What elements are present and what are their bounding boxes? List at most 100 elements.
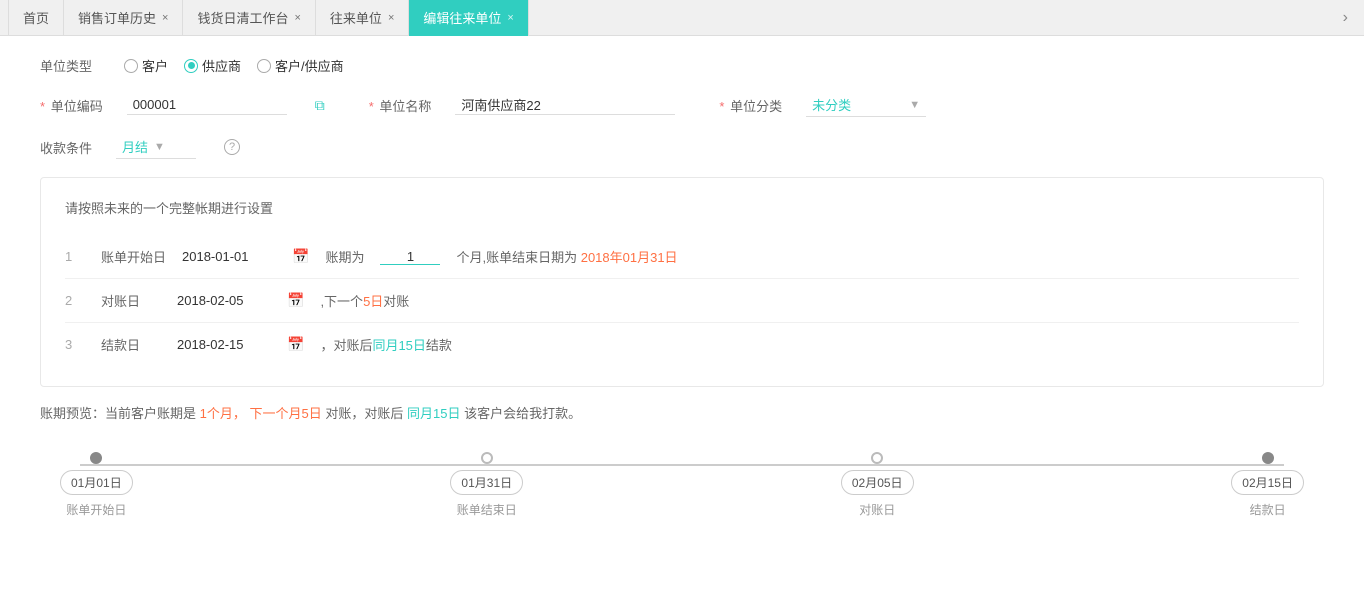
preview-middle: 对账，对账后	[325, 406, 403, 421]
timeline-date-0: 01月01日	[60, 470, 133, 495]
radio-circle-supplier	[184, 59, 198, 73]
radio-supplier[interactable]: 供应商	[184, 56, 241, 75]
start-date-value: 2018-01-01	[182, 249, 272, 264]
timeline-item-start: 01月01日 账单开始日	[60, 452, 133, 518]
tab-home[interactable]: 首页	[8, 0, 64, 36]
tab-edit-partner-label: 编辑往来单位	[423, 8, 501, 27]
tab-sales-history[interactable]: 销售订单历史 ×	[64, 0, 183, 36]
unit-type-row: 单位类型 客户 供应商 客户/供应商	[40, 56, 1324, 75]
timeline-label-2: 对账日	[859, 501, 895, 518]
payment-value: 月结	[122, 137, 148, 156]
preview-end: 该客户会给我打款。	[464, 406, 581, 421]
pay-desc: ，对账后同月15日结款	[320, 335, 452, 354]
payment-label: 收款条件	[40, 138, 92, 157]
end-date-highlight: 2018年01月31日	[581, 250, 678, 265]
tab-edit-partner[interactable]: 编辑往来单位 ×	[409, 0, 528, 36]
row-num-1: 1	[65, 249, 85, 264]
timeline-dot-end	[481, 452, 493, 464]
payment-select[interactable]: 月结 ▼	[116, 135, 196, 159]
tab-cash-workbench-label: 钱货日清工作台	[197, 8, 288, 27]
radio-circle-both	[257, 59, 271, 73]
preview-part3: 同月15日	[407, 406, 460, 421]
table-row: 1 账单开始日 2018-01-01 📅 账期为 个月,账单结束日期为 2018…	[65, 235, 1299, 279]
tab-sales-history-label: 销售订单历史	[78, 8, 156, 27]
copy-icon[interactable]: ⧉	[315, 97, 325, 114]
timeline-item-end: 01月31日 账单结束日	[450, 452, 523, 518]
radio-both[interactable]: 客户/供应商	[257, 56, 344, 75]
close-icon[interactable]: ×	[507, 12, 513, 24]
recon-desc: ,下一个5日对账	[320, 291, 409, 310]
settings-table: 1 账单开始日 2018-01-01 📅 账期为 个月,账单结束日期为 2018…	[65, 235, 1299, 366]
table-row: 3 结款日 2018-02-15 📅 ，对账后同月15日结款	[65, 323, 1299, 366]
row-num-2: 2	[65, 293, 85, 308]
timeline: 01月01日 账单开始日 01月31日 账单结束日 02月05日 对账日 02月…	[40, 442, 1324, 518]
tab-bar: 首页 销售订单历史 × 钱货日清工作台 × 往来单位 × 编辑往来单位 × ›	[0, 0, 1364, 36]
timeline-label-1: 账单结束日	[457, 501, 517, 518]
row-num-3: 3	[65, 337, 85, 352]
preview-label: 账期预览：当前客户账期是	[40, 406, 196, 421]
radio-both-label: 客户/供应商	[275, 56, 344, 75]
close-icon[interactable]: ×	[294, 12, 300, 24]
timeline-item-recon: 02月05日 对账日	[841, 452, 914, 518]
chevron-down-icon: ▼	[909, 99, 920, 111]
close-icon[interactable]: ×	[388, 12, 394, 24]
required-star-cat: *	[719, 99, 724, 114]
row-label-1: 账单开始日	[101, 247, 166, 266]
payment-row: 收款条件 月结 ▼ ?	[40, 135, 1324, 159]
timeline-dot-pay	[1262, 452, 1274, 464]
period-suffix: 个月,账单结束日期为 2018年01月31日	[456, 247, 677, 266]
tab-more-button[interactable]: ›	[1335, 9, 1356, 27]
row-label-3: 结款日	[101, 335, 161, 354]
category-label: * 单位分类	[719, 96, 782, 115]
required-star: *	[40, 99, 45, 114]
period-input[interactable]	[380, 249, 440, 265]
tab-cash-workbench[interactable]: 钱货日清工作台 ×	[183, 0, 315, 36]
table-row: 2 对账日 2018-02-05 📅 ,下一个5日对账	[65, 279, 1299, 323]
recon-highlight: 5日	[363, 294, 383, 309]
recon-date-value: 2018-02-05	[177, 293, 267, 308]
name-input[interactable]	[455, 95, 675, 115]
period-prefix: 账期为	[325, 247, 364, 266]
timeline-items: 01月01日 账单开始日 01月31日 账单结束日 02月05日 对账日 02月…	[60, 452, 1304, 518]
category-select[interactable]: 未分类 ▼	[806, 93, 926, 117]
calendar-icon-2[interactable]: 📅	[287, 292, 304, 309]
tab-home-label: 首页	[23, 8, 49, 27]
radio-dot-supplier	[188, 62, 195, 69]
radio-customer[interactable]: 客户	[124, 56, 168, 75]
preview-part2: 下一个月5日	[250, 406, 322, 421]
row-label-2: 对账日	[101, 291, 161, 310]
timeline-label-0: 账单开始日	[66, 501, 126, 518]
pay-date-value: 2018-02-15	[177, 337, 267, 352]
radio-group-unit-type: 客户 供应商 客户/供应商	[124, 56, 344, 75]
radio-supplier-label: 供应商	[202, 56, 241, 75]
tab-partners[interactable]: 往来单位 ×	[316, 0, 409, 36]
timeline-date-2: 02月05日	[841, 470, 914, 495]
unit-info-row: * 单位编码 ⧉ * 单位名称 * 单位分类 未分类 ▼	[40, 93, 1324, 117]
category-value: 未分类	[812, 95, 851, 114]
main-content: 单位类型 客户 供应商 客户/供应商 * 单位编码 ⧉	[0, 36, 1364, 608]
help-icon[interactable]: ?	[224, 139, 240, 155]
preview-section: 账期预览：当前客户账期是 1个月， 下一个月5日 对账，对账后 同月15日 该客…	[40, 403, 1324, 422]
chevron-down-icon-payment: ▼	[154, 141, 165, 153]
unit-type-label: 单位类型	[40, 56, 92, 75]
radio-circle-customer	[124, 59, 138, 73]
panel-hint: 请按照未来的一个完整帐期进行设置	[65, 198, 1299, 217]
required-star-name: *	[369, 99, 374, 114]
preview-part1: 1个月，	[200, 406, 246, 421]
timeline-item-pay: 02月15日 结款日	[1231, 452, 1304, 518]
timeline-date-1: 01月31日	[450, 470, 523, 495]
timeline-dot-recon	[871, 452, 883, 464]
timeline-date-3: 02月15日	[1231, 470, 1304, 495]
pay-highlight: 同月15日	[372, 338, 425, 353]
tab-partners-label: 往来单位	[330, 8, 382, 27]
close-icon[interactable]: ×	[162, 12, 168, 24]
radio-customer-label: 客户	[142, 56, 168, 75]
name-label: * 单位名称	[369, 96, 432, 115]
timeline-label-3: 结款日	[1250, 501, 1286, 518]
calendar-icon-3[interactable]: 📅	[287, 336, 304, 353]
code-label: * 单位编码	[40, 96, 103, 115]
calendar-icon-1[interactable]: 📅	[292, 248, 309, 265]
settings-panel: 请按照未来的一个完整帐期进行设置 1 账单开始日 2018-01-01 📅 账期…	[40, 177, 1324, 387]
code-input[interactable]	[127, 95, 287, 115]
timeline-dot-start	[90, 452, 102, 464]
